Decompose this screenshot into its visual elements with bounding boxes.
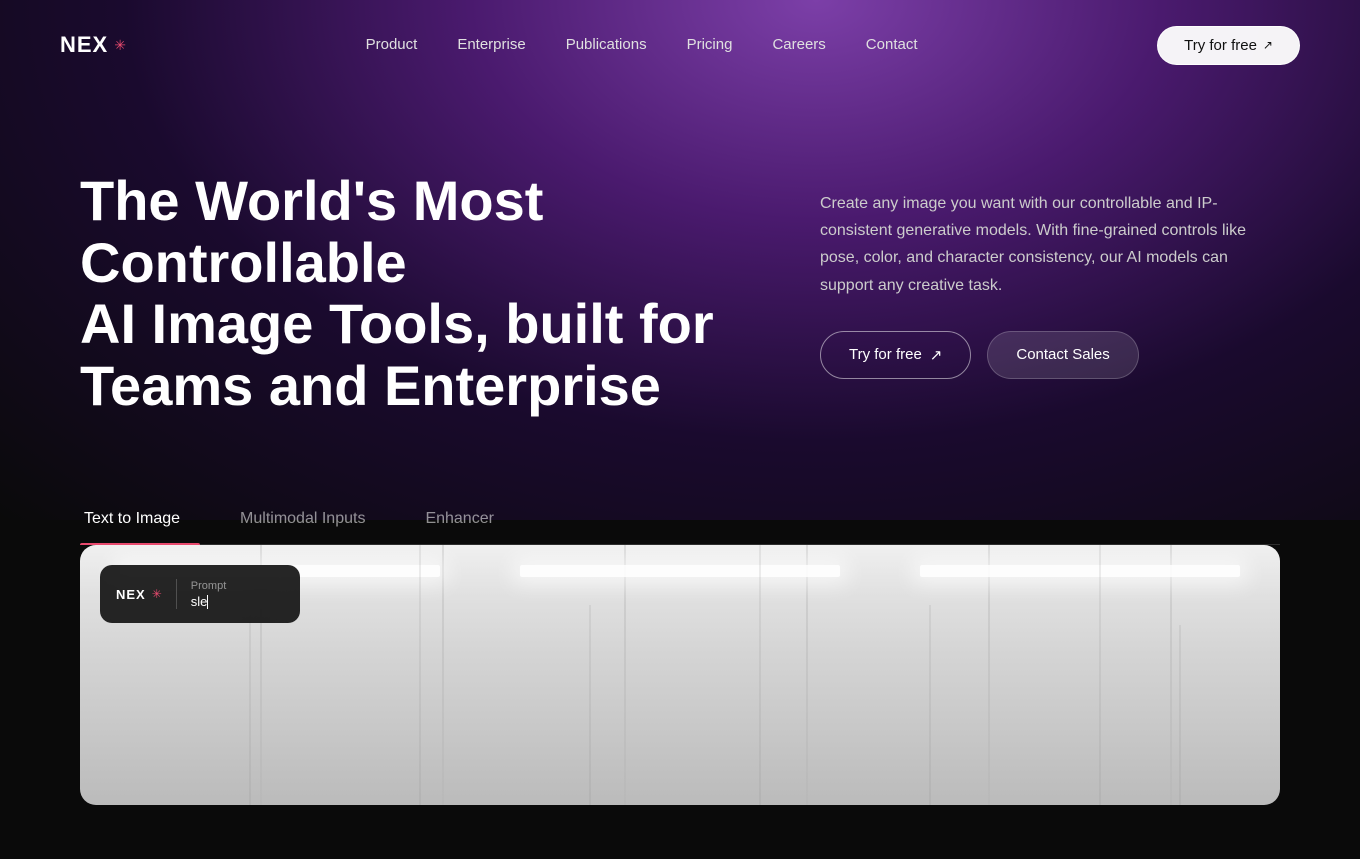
text-cursor xyxy=(207,595,208,609)
prompt-card: NEX ✳ Prompt sle xyxy=(100,565,300,623)
nav-item-product[interactable]: Product xyxy=(366,36,418,54)
prompt-label: Prompt xyxy=(191,580,226,592)
hero-section: The World's Most Controllable AI Image T… xyxy=(0,90,1360,476)
prompt-card-content: Prompt sle xyxy=(191,580,226,610)
prompt-card-logo: NEX ✳ xyxy=(116,587,162,602)
nav-item-pricing[interactable]: Pricing xyxy=(687,36,733,54)
prompt-text: sle xyxy=(191,594,226,610)
nav-cta-arrow-icon: ↗ xyxy=(1263,38,1273,52)
hero-left: The World's Most Controllable AI Image T… xyxy=(80,170,740,416)
nav-links: Product Enterprise Publications Pricing … xyxy=(366,36,918,54)
nav-item-enterprise[interactable]: Enterprise xyxy=(457,36,525,54)
logo[interactable]: NEX ✳ xyxy=(60,32,126,58)
hero-try-free-arrow-icon: ↗ xyxy=(930,346,943,364)
logo-snowflake-icon: ✳ xyxy=(114,37,126,54)
navigation: NEX ✳ Product Enterprise Publications Pr… xyxy=(0,0,1360,90)
hero-description: Create any image you want with our contr… xyxy=(820,190,1280,299)
preview-area: NEX ✳ Prompt sle xyxy=(80,545,1280,805)
hero-buttons: Try for free ↗ Contact Sales xyxy=(820,331,1280,379)
hero-try-free-button[interactable]: Try for free ↗ xyxy=(820,331,971,379)
tabs-section: Text to Image Multimodal Inputs Enhancer xyxy=(0,496,1360,545)
prompt-card-divider xyxy=(176,579,177,609)
hero-right: Create any image you want with our contr… xyxy=(820,170,1280,379)
prompt-card-logo-icon: ✳ xyxy=(152,587,162,601)
hero-title: The World's Most Controllable AI Image T… xyxy=(80,170,740,416)
nav-item-publications[interactable]: Publications xyxy=(566,36,647,54)
prompt-card-logo-text: NEX xyxy=(116,587,146,602)
nav-item-careers[interactable]: Careers xyxy=(772,36,825,54)
nav-item-contact[interactable]: Contact xyxy=(866,36,918,54)
tabs-list: Text to Image Multimodal Inputs Enhancer xyxy=(80,496,1280,545)
logo-text: NEX xyxy=(60,32,108,58)
tab-enhancer[interactable]: Enhancer xyxy=(421,496,514,544)
tab-text-to-image[interactable]: Text to Image xyxy=(80,496,200,544)
nav-try-free-button[interactable]: Try for free ↗ xyxy=(1157,26,1300,65)
tab-multimodal-inputs[interactable]: Multimodal Inputs xyxy=(236,496,385,544)
hero-contact-sales-button[interactable]: Contact Sales xyxy=(987,331,1138,379)
